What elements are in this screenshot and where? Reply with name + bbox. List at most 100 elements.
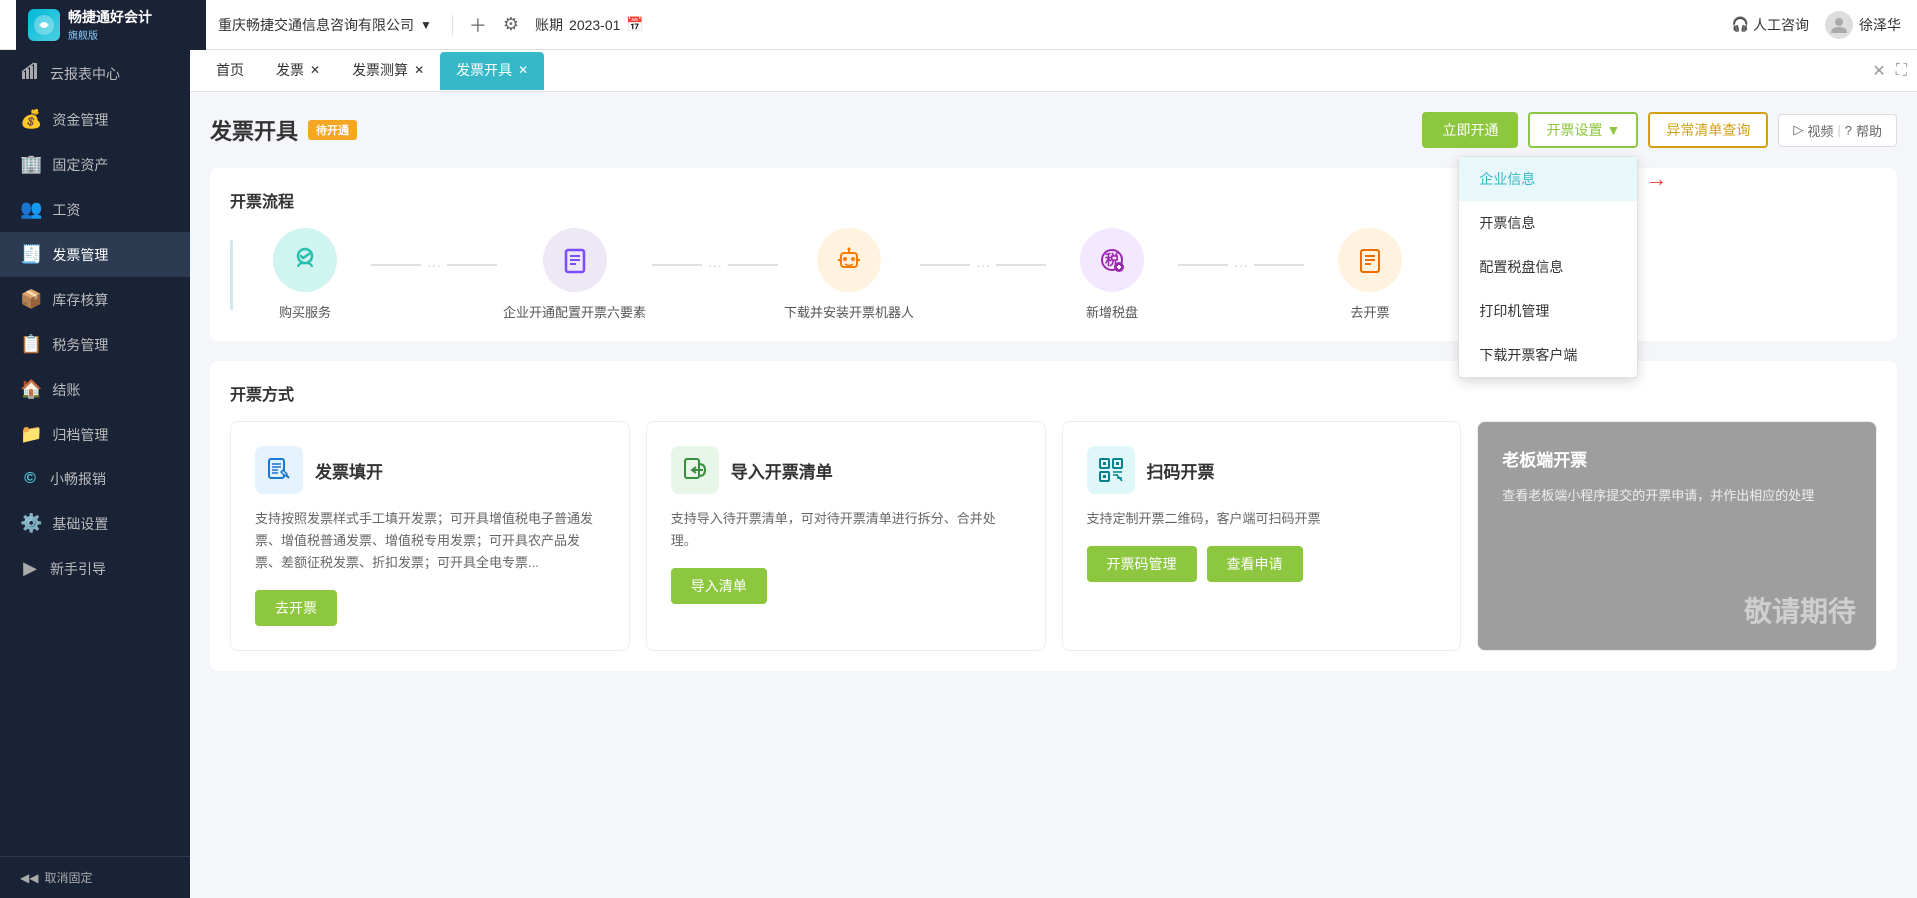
main-area: 云报表中心 💰 资金管理 🏢 固定资产 👥 工资 🧾 发票管理 📦 库存核算	[0, 50, 1917, 898]
boss-invoice-title: 老板端开票	[1502, 446, 1587, 471]
tab-invoice-close[interactable]: ✕	[310, 63, 320, 77]
invoice-icon: 🧾	[20, 244, 42, 265]
invoice-settings-button[interactable]: 开票设置 ▼	[1528, 112, 1638, 148]
page-header: 发票开具 待开通 立即开通 开票设置 ▼	[210, 112, 1897, 148]
buy-service-label: 购买服务	[279, 302, 331, 321]
company-selector[interactable]: 重庆畅捷交通信息咨询有限公司 ▼	[206, 15, 444, 35]
expense-icon: ©	[20, 470, 40, 488]
calendar-icon[interactable]: 📅	[626, 16, 643, 33]
sidebar: 云报表中心 💰 资金管理 🏢 固定资产 👥 工资 🧾 发票管理 📦 库存核算	[0, 50, 190, 898]
tab-invoice-issue-close[interactable]: ✕	[518, 63, 528, 77]
method-card-import-list: 导入开票清单 支持导入待开票清单，可对待开票清单进行拆分、合并处理。 导入清单	[646, 421, 1046, 651]
top-bar: 畅捷通好会计 旗舰版 重庆畅捷交通信息咨询有限公司 ▼ ＋ ⚙ 账期 2023-…	[0, 0, 1917, 50]
import-list-button[interactable]: 导入清单	[671, 568, 767, 604]
sidebar-label-fund: 资金管理	[52, 110, 108, 130]
user-info[interactable]: 徐泽华	[1825, 11, 1901, 39]
buy-service-icon	[273, 228, 337, 292]
exception-list-button[interactable]: 异常清单查询	[1648, 112, 1768, 148]
flow-section: 开票流程	[210, 168, 1897, 341]
scan-code-view-button[interactable]: 查看申请	[1207, 546, 1303, 582]
payroll-icon: 👥	[20, 199, 42, 220]
sidebar-item-invoice[interactable]: 🧾 发票管理	[0, 232, 190, 277]
period-label: 账期	[535, 15, 563, 35]
scan-code-manage-button[interactable]: 开票码管理	[1087, 546, 1197, 582]
tab-invoice[interactable]: 发票 ✕	[260, 52, 336, 90]
company-name: 重庆畅捷交通信息咨询有限公司	[218, 15, 414, 35]
assets-icon: 🏢	[20, 154, 42, 175]
logo-area: 畅捷通好会计 旗舰版	[16, 0, 206, 50]
download-robot-icon	[817, 228, 881, 292]
sidebar-label-invoice: 发票管理	[52, 245, 108, 265]
tab-invoice-issue[interactable]: 发票开具 ✕	[440, 52, 544, 90]
top-bar-actions: ＋ ⚙ 账期 2023-01 📅	[444, 12, 652, 38]
fund-icon: 💰	[20, 109, 42, 130]
sidebar-item-tax[interactable]: 📋 税务管理	[0, 322, 190, 367]
sidebar-item-payroll[interactable]: 👥 工资	[0, 187, 190, 232]
sidebar-item-cloud-report[interactable]: 云报表中心	[0, 50, 190, 97]
manual-fill-button[interactable]: 去开票	[255, 590, 337, 626]
methods-grid: 发票填开 支持按照发票样式手工填开发票；可开具增值税电子普通发票、增值税普通发票…	[230, 421, 1877, 651]
sidebar-item-settings[interactable]: ⚙️ 基础设置	[0, 501, 190, 546]
method-card-manual-fill: 发票填开 支持按照发票样式手工填开发票；可开具增值税电子普通发票、增值税普通发票…	[230, 421, 630, 651]
sidebar-label-archive: 归档管理	[52, 425, 108, 445]
tab-close-all-icon[interactable]: ✕	[1872, 61, 1885, 81]
dropdown-item-invoice-info[interactable]: 开票信息	[1459, 201, 1637, 245]
tab-invoice-calc-label: 发票测算	[352, 60, 408, 80]
help-label: 帮助	[1856, 121, 1882, 140]
dropdown-arrow-icon: ▼	[420, 18, 432, 32]
sidebar-item-assets[interactable]: 🏢 固定资产	[0, 142, 190, 187]
coming-soon-text: 敬请期待	[1744, 596, 1856, 627]
separator2: |	[1837, 123, 1840, 138]
add-tax-disk-icon: 税	[1080, 228, 1144, 292]
activate-button[interactable]: 立即开通	[1422, 112, 1518, 148]
video-help-button[interactable]: ▷ 视频 | ? 帮助	[1778, 114, 1897, 147]
app-container: 畅捷通好会计 旗舰版 重庆畅捷交通信息咨询有限公司 ▼ ＋ ⚙ 账期 2023-…	[0, 0, 1917, 898]
sidebar-item-fund[interactable]: 💰 资金管理	[0, 97, 190, 142]
tax-disk-label: 配置税盘信息	[1479, 259, 1563, 275]
invoice-info-label: 开票信息	[1479, 215, 1535, 231]
sidebar-label-assets: 固定资产	[52, 155, 108, 175]
sidebar-item-settlement[interactable]: 🏠 结账	[0, 367, 190, 412]
flow-step-buy-service: 购买服务	[245, 228, 365, 321]
top-bar-right: 🎧 人工咨询 徐泽华	[1732, 11, 1901, 39]
sidebar-item-inventory[interactable]: 📦 库存核算	[0, 277, 190, 322]
dropdown-item-download-client[interactable]: 下载开票客户端	[1459, 333, 1637, 377]
scan-code-buttons: 开票码管理 查看申请	[1087, 546, 1437, 582]
boss-invoice-desc: 查看老板端小程序提交的开票申请，并作出相应的处理	[1502, 485, 1852, 507]
page-title-area: 发票开具 待开通	[210, 114, 357, 146]
go-invoice-icon	[1338, 228, 1402, 292]
tab-invoice-issue-label: 发票开具	[456, 60, 512, 80]
sidebar-item-guide[interactable]: ▶ 新手引导	[0, 546, 190, 591]
tab-expand-icon[interactable]: ⛶	[1896, 62, 1907, 80]
dropdown-item-printer[interactable]: 打印机管理	[1459, 289, 1637, 333]
cancel-pin-icon: ◀◀	[20, 871, 38, 885]
add-tax-disk-label: 新增税盘	[1086, 302, 1138, 321]
method-header-import-list: 导入开票清单	[671, 446, 1021, 494]
sidebar-cancel-button[interactable]: ◀◀ 取消固定	[0, 856, 190, 898]
settings-dropdown-container: 开票设置 ▼ 企业信息 → 开票信息	[1528, 112, 1638, 148]
tab-invoice-calc-close[interactable]: ✕	[414, 63, 424, 77]
tab-home[interactable]: 首页	[200, 52, 260, 90]
sidebar-item-expense[interactable]: © 小畅报销	[0, 457, 190, 501]
red-arrow-icon: →	[1645, 166, 1667, 192]
method-card-boss-invoice: 老板端开票 查看老板端小程序提交的开票申请，并作出相应的处理 敬请期待	[1477, 421, 1877, 651]
tab-bar: 首页 发票 ✕ 发票测算 ✕ 发票开具 ✕ ✕ ⛶	[190, 50, 1917, 92]
sidebar-label-cloud-report: 云报表中心	[50, 64, 120, 84]
sidebar-item-archive[interactable]: 📁 归档管理	[0, 412, 190, 457]
dropdown-item-company-info[interactable]: 企业信息 →	[1459, 157, 1637, 201]
service-label: 人工咨询	[1753, 15, 1809, 35]
manual-fill-desc: 支持按照发票样式手工填开发票；可开具增值税电子普通发票、增值税普通发票、增值税专…	[255, 508, 605, 574]
tab-invoice-calc[interactable]: 发票测算 ✕	[336, 52, 440, 90]
import-list-desc: 支持导入待开票清单，可对待开票清单进行拆分、合并处理。	[671, 508, 1021, 552]
scan-code-desc: 支持定制开票二维码，客户端可扫码开票	[1087, 508, 1437, 530]
add-icon[interactable]: ＋	[469, 12, 487, 38]
settings-icon[interactable]: ⚙	[503, 14, 519, 35]
sidebar-label-settings: 基础设置	[52, 514, 108, 534]
dropdown-item-tax-disk[interactable]: 配置税盘信息	[1459, 245, 1637, 289]
printer-label: 打印机管理	[1479, 303, 1549, 319]
cancel-label: 取消固定	[44, 869, 92, 886]
status-badge: 待开通	[308, 120, 357, 140]
header-actions: 立即开通 开票设置 ▼ 企业信息 →	[1422, 112, 1897, 148]
service-button[interactable]: 🎧 人工咨询	[1732, 15, 1809, 35]
logo-title: 畅捷通好会计	[68, 7, 152, 27]
